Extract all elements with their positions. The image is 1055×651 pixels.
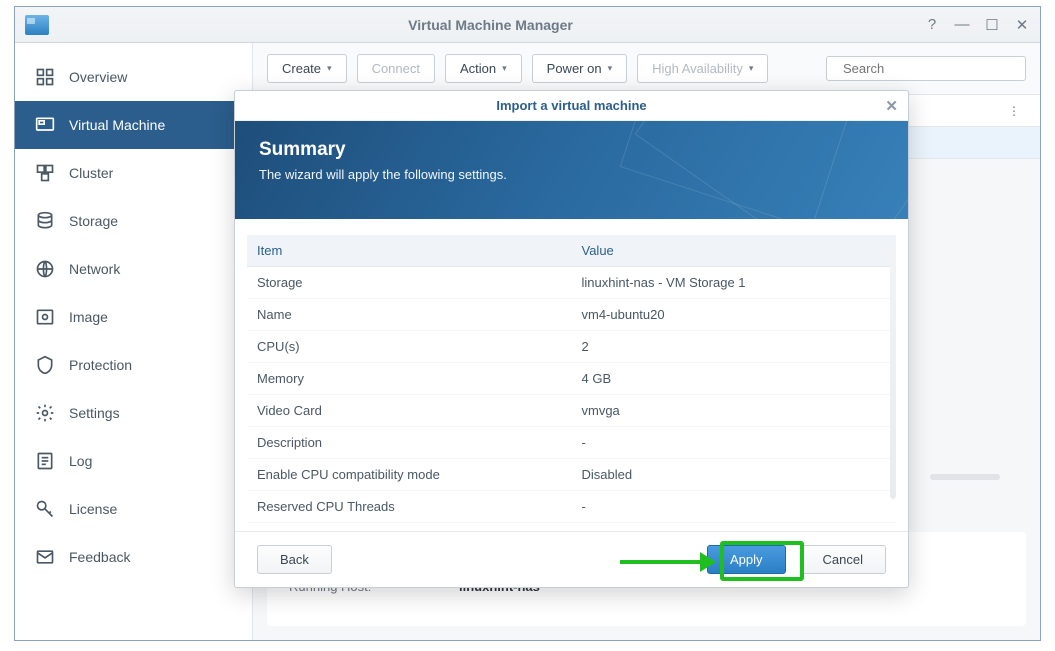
sidebar-item-label: Cluster [69,165,113,181]
sidebar-item-network[interactable]: Network [15,245,252,293]
create-button[interactable]: Create▾ [267,54,347,83]
progress-bar [930,474,1000,480]
table-row: CPU(s)2 [247,331,896,363]
modal-header: Summary The wizard will apply the follow… [235,121,908,219]
network-icon [35,259,55,279]
summary-item: Name [247,299,572,331]
storage-icon [35,211,55,231]
summary-value: vm4-ubuntu20 [572,299,897,331]
high-availability-button[interactable]: High Availability▾ [637,54,768,83]
sidebar-item-virtual-machine[interactable]: Virtual Machine [15,101,252,149]
chevron-down-icon: ▾ [502,63,507,74]
modal-body: Item Value Storagelinuxhint-nas - VM Sto… [235,219,908,531]
sidebar-item-log[interactable]: Log [15,437,252,485]
sidebar-item-label: License [69,501,117,517]
sidebar-item-label: Storage [69,213,118,229]
action-button[interactable]: Action▾ [445,54,522,83]
close-window-icon[interactable]: ✕ [1014,16,1030,34]
search-input[interactable] [843,61,1019,76]
virtual-machine-icon [35,115,55,135]
table-row: Storagelinuxhint-nas - VM Storage 1 [247,267,896,299]
sidebar-item-protection[interactable]: Protection [15,341,252,389]
maximize-icon[interactable]: ☐ [984,16,1000,34]
help-icon[interactable]: ? [924,16,940,34]
modal-titlebar: Import a virtual machine ✕ [235,91,908,121]
sidebar-item-overview[interactable]: Overview [15,53,252,101]
col-item: Item [247,235,572,267]
table-row: Reserved CPU Threads- [247,491,896,523]
table-row: Memory4 GB [247,363,896,395]
summary-item: CPU(s) [247,331,572,363]
sidebar-item-storage[interactable]: Storage [15,197,252,245]
window-title: Virtual Machine Manager [57,17,924,33]
summary-value: vmvga [572,395,897,427]
sidebar-item-label: Log [69,453,92,469]
scrollbar[interactable] [890,249,896,499]
col-value: Value [572,235,897,267]
summary-item: Memory [247,363,572,395]
modal-title: Import a virtual machine [496,98,646,113]
summary-value: - [572,427,897,459]
chevron-down-icon: ▾ [608,63,613,74]
connect-button[interactable]: Connect [357,54,435,83]
sidebar-item-label: Overview [69,69,127,85]
summary-value: linuxhint-nas - VM Storage 1 [572,267,897,299]
table-row: Namevm4-ubuntu20 [247,299,896,331]
summary-item: Reserved CPU Threads [247,491,572,523]
summary-value: - [572,491,897,523]
protection-icon [35,355,55,375]
image-icon [35,307,55,327]
summary-item: Description [247,427,572,459]
summary-item: Video Card [247,395,572,427]
sidebar-item-label: Image [69,309,108,325]
toolbar: Create▾ Connect Action▾ Power on▾ High A… [253,43,1040,95]
search-box[interactable] [826,56,1026,81]
sidebar-item-cluster[interactable]: Cluster [15,149,252,197]
key-icon [35,499,55,519]
overview-icon [35,67,55,87]
modal-subheading: The wizard will apply the following sett… [259,167,884,182]
sidebar-item-label: Virtual Machine [69,117,165,133]
power-on-checkbox-row[interactable]: Power on the virtual machine after creat… [247,523,896,531]
log-icon [35,451,55,471]
close-icon[interactable]: ✕ [885,97,898,115]
apply-button[interactable]: Apply [707,545,786,574]
sidebar-item-label: Network [69,261,120,277]
back-button[interactable]: Back [257,545,332,574]
app-icon [25,15,49,35]
sidebar-item-label: Feedback [69,549,130,565]
gear-icon [35,403,55,423]
import-vm-modal: Import a virtual machine ✕ Summary The w… [234,90,909,588]
minimize-icon[interactable]: — [954,16,970,34]
chevron-down-icon: ▾ [749,63,754,74]
mail-icon [35,547,55,567]
kebab-icon[interactable]: ⋮ [1008,104,1020,118]
sidebar-item-label: Protection [69,357,132,373]
table-row: Description- [247,427,896,459]
summary-table: Item Value Storagelinuxhint-nas - VM Sto… [247,235,896,523]
sidebar-item-license[interactable]: License [15,485,252,533]
cluster-icon [35,163,55,183]
modal-heading: Summary [259,139,884,161]
table-row: Enable CPU compatibility modeDisabled [247,459,896,491]
power-on-button[interactable]: Power on▾ [532,54,627,83]
titlebar: Virtual Machine Manager ? — ☐ ✕ [15,7,1040,43]
summary-value: 2 [572,331,897,363]
summary-item: Enable CPU compatibility mode [247,459,572,491]
sidebar-item-label: Settings [69,405,120,421]
modal-footer: Back Apply Cancel [235,531,908,587]
summary-item: Storage [247,267,572,299]
chevron-down-icon: ▾ [327,63,332,74]
cancel-button[interactable]: Cancel [800,545,886,574]
table-row: Video Cardvmvga [247,395,896,427]
summary-value: Disabled [572,459,897,491]
sidebar-item-feedback[interactable]: Feedback [15,533,252,581]
sidebar-item-image[interactable]: Image [15,293,252,341]
sidebar: Overview Virtual Machine Cluster Storage… [15,43,253,640]
sidebar-item-settings[interactable]: Settings [15,389,252,437]
summary-value: 4 GB [572,363,897,395]
